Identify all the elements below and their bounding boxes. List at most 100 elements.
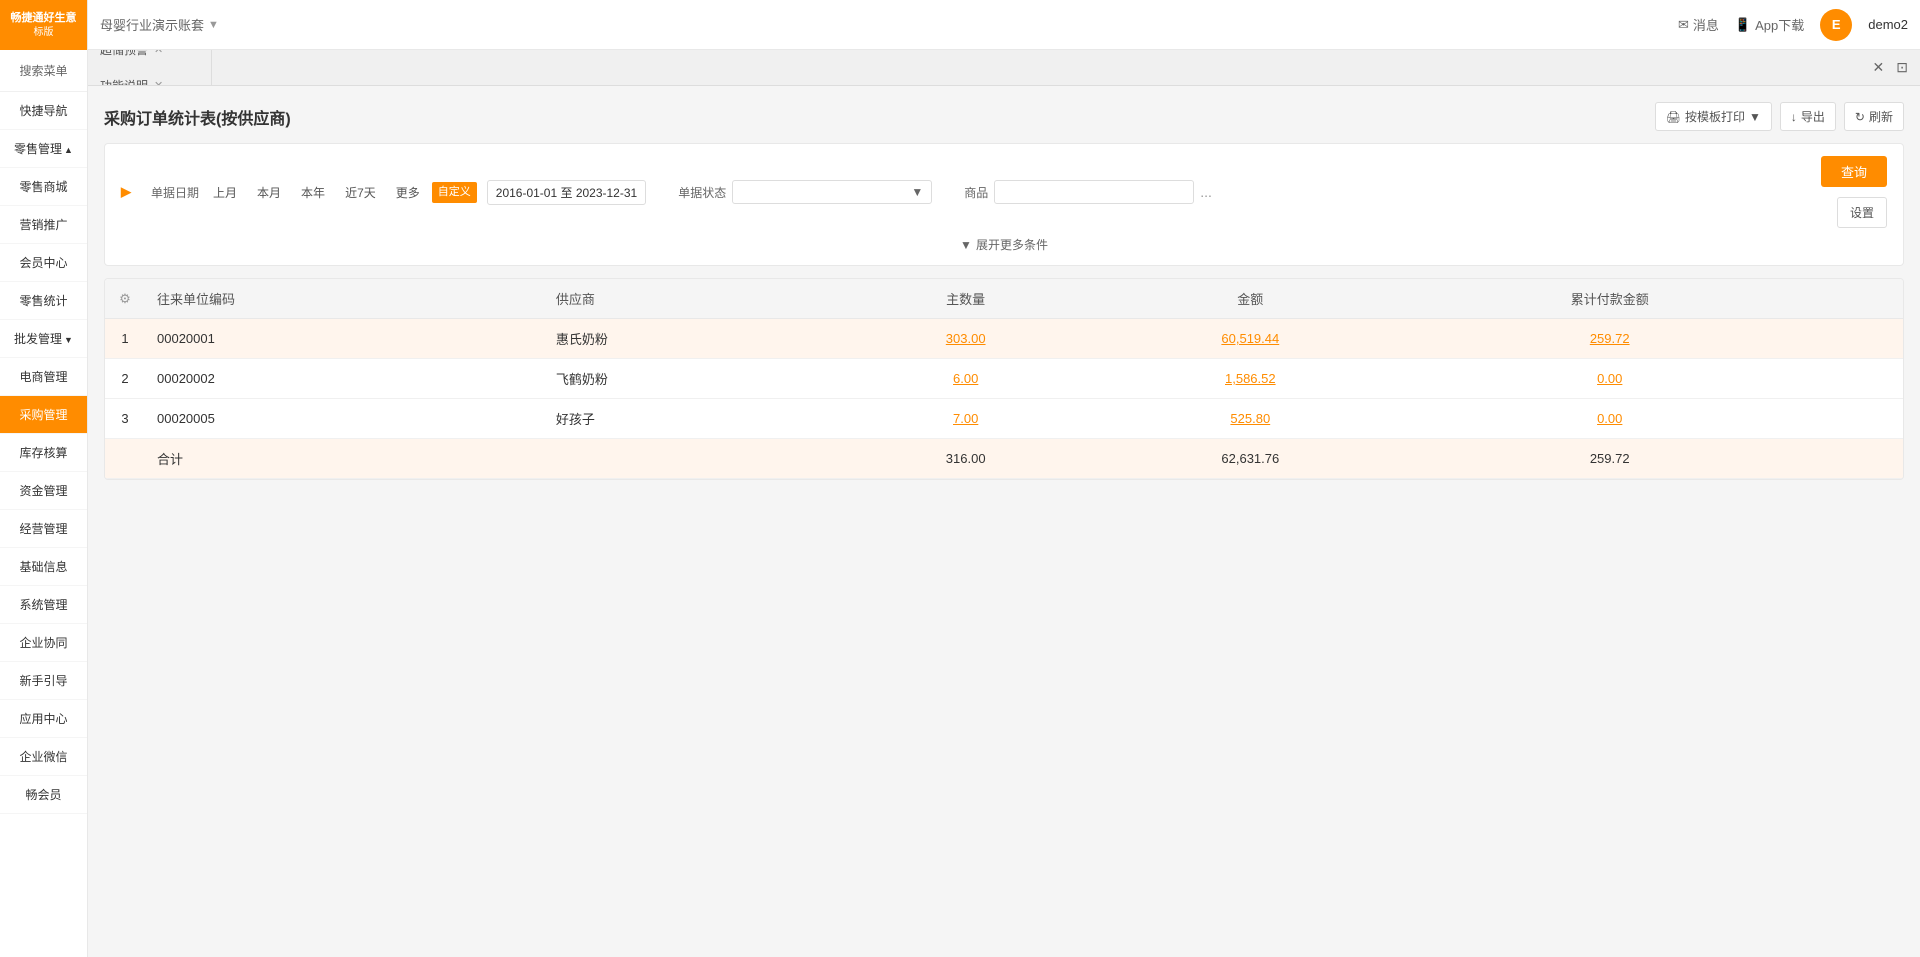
user-name: demo2 <box>1868 17 1908 32</box>
sidebar-item-member[interactable]: 会员中心 <box>0 244 87 282</box>
custom-date-tag[interactable]: 自定义 <box>432 182 477 203</box>
tab-close-func-desc[interactable]: ✕ <box>154 79 163 86</box>
settings-button[interactable]: 设置 <box>1837 197 1887 228</box>
footer-paid-amount: 259.72 <box>1410 439 1809 479</box>
sidebar-item-purchase[interactable]: 采购管理 <box>0 396 87 434</box>
tab-close-overstock[interactable]: ✕ <box>154 50 163 56</box>
user-avatar[interactable]: E <box>1820 9 1852 41</box>
sidebar-item-marketing[interactable]: 营销推广 <box>0 206 87 244</box>
sidebar-item-nav[interactable]: 快捷导航 <box>0 92 87 130</box>
sidebar-item-newbie[interactable]: 新手引导 <box>0 662 87 700</box>
sidebar-item-operation[interactable]: 经营管理 <box>0 510 87 548</box>
cell-paid-amount[interactable]: 0.00 <box>1410 359 1809 399</box>
footer-empty1 <box>105 439 145 479</box>
export-button[interactable]: ↓ 导出 <box>1780 102 1836 131</box>
cell-index: 1 <box>105 319 145 359</box>
filter-goods-item: 商品 ... <box>964 180 1212 204</box>
cell-paid-amount[interactable]: 259.72 <box>1410 319 1809 359</box>
sidebar-item-retail-stats[interactable]: 零售统计 <box>0 282 87 320</box>
message-button[interactable]: ✉ 消息 <box>1678 15 1719 34</box>
workspace-arrow-icon: ▼ <box>208 19 219 31</box>
maximize-tab-button[interactable]: ⊡ <box>1892 57 1912 78</box>
data-table: ⚙ 往来单位编码 供应商 主数量 金额 累计付款金额 100020001惠氏奶粉… <box>105 279 1903 479</box>
avatar-initial: E <box>1832 17 1841 32</box>
message-icon: ✉ <box>1678 17 1689 33</box>
tab-func-desc[interactable]: 功能说明✕ <box>88 68 212 87</box>
tab-overstock[interactable]: 超储预警✕ <box>88 50 212 68</box>
filter-row-main: ▶ 单据日期 上月 本月 本年 近7天 更多 自定义 2016-01-01 至 … <box>121 156 1887 228</box>
date-shortcuts: 上月 本月 本年 近7天 更多 自定义 <box>205 182 477 203</box>
shortcut-last-month[interactable]: 上月 <box>205 182 245 203</box>
goods-input[interactable] <box>994 180 1194 204</box>
date-range-display[interactable]: 2016-01-01 至 2023-12-31 <box>487 180 646 205</box>
cell-extra <box>1809 319 1903 359</box>
sidebar-item-retail-shop[interactable]: 零售商城 <box>0 168 87 206</box>
cell-unit-code: 00020005 <box>145 399 544 439</box>
cell-main-qty[interactable]: 303.00 <box>841 319 1090 359</box>
page-actions: 🖨 按模板打印 ▼ ↓ 导出 ↻ 刷新 <box>1655 102 1904 131</box>
sidebar-item-collab[interactable]: 企业协同 <box>0 624 87 662</box>
status-arrow-icon: ▼ <box>911 185 923 199</box>
filter-expand-row[interactable]: ▼ 展开更多条件 <box>121 236 1887 253</box>
table-row[interactable]: 100020001惠氏奶粉303.0060,519.44259.72 <box>105 319 1903 359</box>
filter-collapse-icon[interactable]: ▶ <box>121 184 131 200</box>
shortcut-this-year[interactable]: 本年 <box>293 182 333 203</box>
close-tab-button[interactable]: ✕ <box>1869 57 1889 78</box>
sidebar-item-system[interactable]: 系统管理 <box>0 586 87 624</box>
workspace-name: 母婴行业演示账套 <box>100 15 204 34</box>
sidebar-item-app-center[interactable]: 应用中心 <box>0 700 87 738</box>
sidebar-item-ecommerce[interactable]: 电商管理 <box>0 358 87 396</box>
footer-main-qty: 316.00 <box>841 439 1090 479</box>
search-menu-button[interactable]: 搜索菜单 <box>6 58 81 83</box>
cell-extra <box>1809 399 1903 439</box>
refresh-button[interactable]: ↻ 刷新 <box>1844 102 1904 131</box>
sidebar-item-vip[interactable]: 畅会员 <box>0 776 87 814</box>
sidebar-search-area[interactable]: 搜索菜单 <box>0 50 87 92</box>
status-select[interactable]: ▼ <box>732 180 932 204</box>
sidebar-item-finance[interactable]: 资金管理 <box>0 472 87 510</box>
col-unit-code: 往来单位编码 <box>145 279 544 319</box>
tabs-list: 首页收发存汇总表✕要货单统计表✕可用量库存账本✕保质期查询✕超储预警✕功能说明✕… <box>88 50 212 86</box>
cell-extra <box>1809 359 1903 399</box>
sidebar-item-inventory[interactable]: 库存核算 <box>0 434 87 472</box>
footer-label: 合计 <box>145 439 544 479</box>
sidebar-item-wholesale[interactable]: 批发管理 <box>0 320 87 358</box>
shortcut-this-month[interactable]: 本月 <box>249 182 289 203</box>
shortcut-7days[interactable]: 近7天 <box>337 182 384 203</box>
workspace-selector[interactable]: 母婴行业演示账套 ▼ <box>100 15 219 34</box>
sidebar-item-retail[interactable]: 零售管理 <box>0 130 87 168</box>
table-footer-row: 合计 316.00 62,631.76 259.72 <box>105 439 1903 479</box>
refresh-icon: ↻ <box>1855 110 1865 124</box>
cell-amount[interactable]: 525.80 <box>1090 399 1410 439</box>
app-download-button[interactable]: 📱 App下载 <box>1735 15 1804 34</box>
date-label: 单据日期 <box>151 184 199 201</box>
column-settings-icon[interactable]: ⚙ <box>119 291 131 306</box>
shortcut-more[interactable]: 更多 <box>388 182 428 203</box>
query-button[interactable]: 查询 <box>1821 156 1887 187</box>
status-label: 单据状态 <box>678 184 726 201</box>
more-options-icon[interactable]: ... <box>1200 184 1212 200</box>
cell-main-qty[interactable]: 7.00 <box>841 399 1090 439</box>
refresh-label: 刷新 <box>1869 108 1893 125</box>
sidebar-item-wechat[interactable]: 企业微信 <box>0 738 87 776</box>
print-button[interactable]: 🖨 按模板打印 ▼ <box>1655 102 1772 131</box>
expand-label: 展开更多条件 <box>976 236 1048 253</box>
cell-paid-amount[interactable]: 0.00 <box>1410 399 1809 439</box>
cell-main-qty[interactable]: 6.00 <box>841 359 1090 399</box>
sidebar-item-basic[interactable]: 基础信息 <box>0 548 87 586</box>
print-arrow-icon: ▼ <box>1749 110 1761 124</box>
cell-supplier: 好孩子 <box>544 399 841 439</box>
table-row[interactable]: 200020002飞鹤奶粉6.001,586.520.00 <box>105 359 1903 399</box>
app-download-label: App下载 <box>1755 15 1804 34</box>
page-header: 采购订单统计表(按供应商) 🖨 按模板打印 ▼ ↓ 导出 ↻ 刷新 <box>104 102 1904 131</box>
table-row[interactable]: 300020005好孩子7.00525.800.00 <box>105 399 1903 439</box>
filter-area: ▶ 单据日期 上月 本月 本年 近7天 更多 自定义 2016-01-01 至 … <box>104 143 1904 266</box>
col-settings: ⚙ <box>105 279 145 319</box>
app-logo: 畅捷通好生意 标版 <box>0 0 87 50</box>
goods-label: 商品 <box>964 184 988 201</box>
cell-amount[interactable]: 1,586.52 <box>1090 359 1410 399</box>
filter-status-item: 单据状态 ▼ <box>678 180 932 204</box>
cell-amount[interactable]: 60,519.44 <box>1090 319 1410 359</box>
filter-right-actions: 查询 设置 <box>1821 156 1887 228</box>
table-body: 100020001惠氏奶粉303.0060,519.44259.72200020… <box>105 319 1903 439</box>
